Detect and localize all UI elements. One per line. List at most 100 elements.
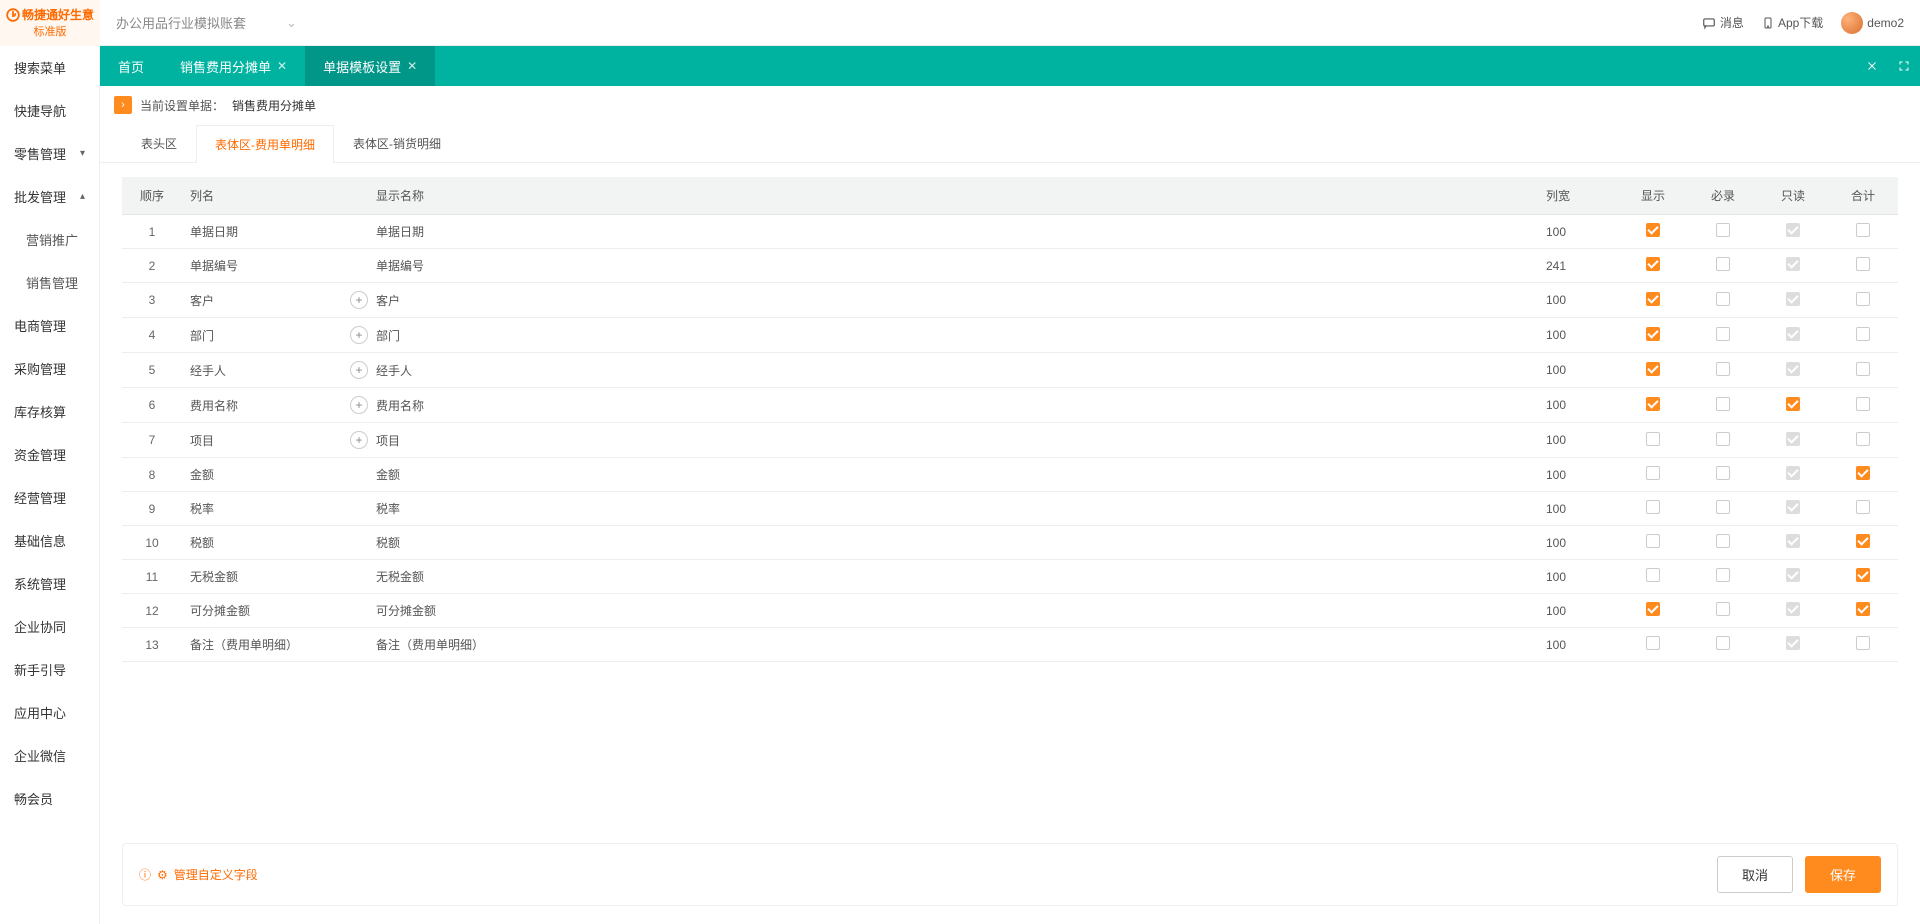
cell-display[interactable]: 税额	[368, 526, 1538, 560]
cell-width[interactable]: 100	[1538, 423, 1618, 458]
sidebar-item[interactable]: 库存核算	[0, 390, 99, 433]
expand-button[interactable]: +	[350, 431, 368, 449]
cell-display[interactable]: 费用名称	[368, 388, 1538, 423]
checkbox[interactable]	[1786, 397, 1800, 411]
cell-display[interactable]: 金额	[368, 458, 1538, 492]
section-tab[interactable]: 表体区-费用单明细	[196, 125, 334, 163]
checkbox[interactable]	[1646, 397, 1660, 411]
cell-display[interactable]: 客户	[368, 283, 1538, 318]
cell-display[interactable]: 单据编号	[368, 249, 1538, 283]
sidebar-item[interactable]: 应用中心	[0, 691, 99, 734]
tab-close-icon[interactable]: ✕	[277, 59, 287, 73]
sidebar-item[interactable]: 搜索菜单	[0, 46, 99, 89]
sidebar-item[interactable]: 基础信息	[0, 519, 99, 562]
checkbox[interactable]	[1856, 257, 1870, 271]
checkbox[interactable]	[1856, 397, 1870, 411]
cell-width[interactable]: 100	[1538, 628, 1618, 662]
cell-display[interactable]: 税率	[368, 492, 1538, 526]
checkbox[interactable]	[1856, 534, 1870, 548]
checkbox[interactable]	[1646, 500, 1660, 514]
sidebar-item[interactable]: 销售管理	[0, 261, 99, 304]
workspace-selector[interactable]: 办公用品行业模拟账套 ⌄	[116, 13, 297, 32]
checkbox[interactable]	[1716, 292, 1730, 306]
checkbox[interactable]	[1716, 568, 1730, 582]
cancel-button[interactable]: 取消	[1717, 856, 1793, 893]
sidebar-item[interactable]: 系统管理	[0, 562, 99, 605]
cell-width[interactable]: 241	[1538, 249, 1618, 283]
checkbox[interactable]	[1856, 432, 1870, 446]
checkbox[interactable]	[1646, 602, 1660, 616]
cell-width[interactable]: 100	[1538, 215, 1618, 249]
checkbox[interactable]	[1716, 327, 1730, 341]
cell-width[interactable]: 100	[1538, 283, 1618, 318]
checkbox[interactable]	[1856, 362, 1870, 376]
checkbox[interactable]	[1856, 636, 1870, 650]
cell-width[interactable]: 100	[1538, 353, 1618, 388]
checkbox[interactable]	[1856, 466, 1870, 480]
cell-width[interactable]: 100	[1538, 318, 1618, 353]
cell-width[interactable]: 100	[1538, 560, 1618, 594]
expand-button[interactable]: +	[350, 326, 368, 344]
checkbox[interactable]	[1646, 636, 1660, 650]
sidebar-item[interactable]: 零售管理▾	[0, 132, 99, 175]
checkbox[interactable]	[1716, 466, 1730, 480]
sidebar-item[interactable]: 电商管理	[0, 304, 99, 347]
section-tab[interactable]: 表头区	[122, 124, 196, 162]
user-menu[interactable]: demo2	[1841, 12, 1904, 34]
cell-display[interactable]: 备注（费用单明细）	[368, 628, 1538, 662]
messages-button[interactable]: 消息	[1702, 14, 1744, 31]
checkbox[interactable]	[1856, 327, 1870, 341]
cell-width[interactable]: 100	[1538, 594, 1618, 628]
checkbox[interactable]	[1646, 568, 1660, 582]
checkbox[interactable]	[1856, 602, 1870, 616]
cell-display[interactable]: 部门	[368, 318, 1538, 353]
tab[interactable]: 单据模板设置✕	[305, 46, 435, 86]
sidebar-item[interactable]: 畅会员	[0, 777, 99, 820]
checkbox[interactable]	[1646, 432, 1660, 446]
cell-display[interactable]: 单据日期	[368, 215, 1538, 249]
checkbox[interactable]	[1716, 602, 1730, 616]
sidebar-item[interactable]: 新手引导	[0, 648, 99, 691]
cell-display[interactable]: 项目	[368, 423, 1538, 458]
checkbox[interactable]	[1646, 223, 1660, 237]
close-all-tabs-button[interactable]	[1856, 60, 1888, 72]
checkbox[interactable]	[1716, 636, 1730, 650]
checkbox[interactable]	[1716, 362, 1730, 376]
sidebar-item[interactable]: 采购管理	[0, 347, 99, 390]
checkbox[interactable]	[1716, 432, 1730, 446]
app-download-button[interactable]: App下载	[1762, 14, 1823, 31]
expand-button[interactable]: +	[350, 361, 368, 379]
cell-display[interactable]: 无税金额	[368, 560, 1538, 594]
checkbox[interactable]	[1646, 534, 1660, 548]
tab[interactable]: 首页	[100, 46, 162, 86]
manage-custom-fields-link[interactable]: ⓘ ⚙ 管理自定义字段	[139, 866, 258, 883]
checkbox[interactable]	[1646, 257, 1660, 271]
checkbox[interactable]	[1856, 500, 1870, 514]
cell-width[interactable]: 100	[1538, 388, 1618, 423]
checkbox[interactable]	[1716, 397, 1730, 411]
checkbox[interactable]	[1716, 257, 1730, 271]
cell-width[interactable]: 100	[1538, 526, 1618, 560]
sidebar-item[interactable]: 经营管理	[0, 476, 99, 519]
cell-width[interactable]: 100	[1538, 492, 1618, 526]
cell-display[interactable]: 可分摊金额	[368, 594, 1538, 628]
save-button[interactable]: 保存	[1805, 856, 1881, 893]
sidebar-item[interactable]: 批发管理▴	[0, 175, 99, 218]
sidebar-item[interactable]: 企业微信	[0, 734, 99, 777]
checkbox[interactable]	[1646, 327, 1660, 341]
cell-display[interactable]: 经手人	[368, 353, 1538, 388]
checkbox[interactable]	[1856, 568, 1870, 582]
tab[interactable]: 销售费用分摊单✕	[162, 46, 305, 86]
checkbox[interactable]	[1646, 292, 1660, 306]
checkbox[interactable]	[1716, 223, 1730, 237]
sidebar-item[interactable]: 资金管理	[0, 433, 99, 476]
checkbox[interactable]	[1646, 466, 1660, 480]
checkbox[interactable]	[1716, 500, 1730, 514]
sidebar-item[interactable]: 快捷导航	[0, 89, 99, 132]
tab-close-icon[interactable]: ✕	[407, 59, 417, 73]
cell-width[interactable]: 100	[1538, 458, 1618, 492]
sidebar-item[interactable]: 企业协同	[0, 605, 99, 648]
expand-button[interactable]: +	[350, 291, 368, 309]
expand-button[interactable]: +	[350, 396, 368, 414]
checkbox[interactable]	[1856, 223, 1870, 237]
